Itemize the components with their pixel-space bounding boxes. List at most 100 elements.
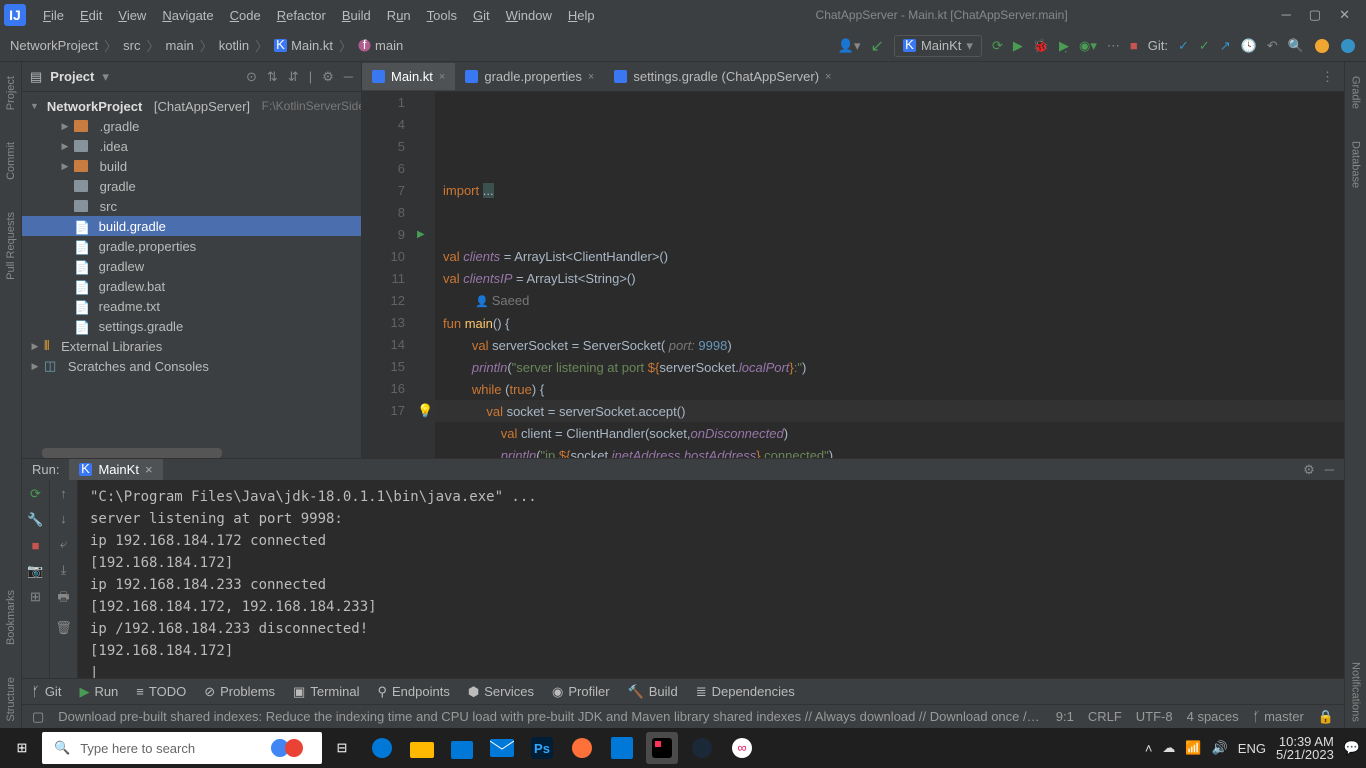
menu-run[interactable]: Run (380, 4, 418, 27)
tree-item[interactable]: gradle (22, 176, 361, 196)
indent[interactable]: 4 spaces (1187, 709, 1239, 724)
bt-run[interactable]: ▶ Run (79, 684, 118, 700)
bt-dependencies[interactable]: ≣ Dependencies (696, 684, 795, 700)
trash-icon[interactable]: 🗑 (55, 620, 72, 636)
bt-services[interactable]: ⬢ Services (468, 684, 534, 700)
menu-view[interactable]: View (111, 4, 153, 27)
editor-tab[interactable]: settings.gradle (ChatAppServer)× (604, 63, 841, 90)
bt-todo[interactable]: ≡ TODO (136, 684, 186, 699)
crumb[interactable]: main (166, 38, 194, 53)
bt-git[interactable]: ᚶ Git (32, 684, 61, 699)
menu-code[interactable]: Code (223, 4, 268, 27)
console-output[interactable]: "C:\Program Files\Java\jdk-18.0.1.1\bin\… (78, 480, 1344, 690)
crumb[interactable]: kotlin (219, 38, 249, 53)
menu-git[interactable]: Git (466, 4, 497, 27)
git-history-icon[interactable]: 🕓 (1241, 38, 1257, 54)
git-push-icon[interactable]: ✓ (1199, 38, 1210, 54)
crumb[interactable]: KMain.kt (274, 38, 333, 53)
layout-icon[interactable]: ⊞ (30, 589, 41, 605)
tool-project[interactable]: Project (5, 70, 17, 116)
firefox-icon[interactable] (566, 732, 598, 764)
menu-window[interactable]: Window (499, 4, 559, 27)
tray-cloud-icon[interactable]: ☁ (1162, 740, 1175, 756)
menu-build[interactable]: Build (335, 4, 378, 27)
menu-navigate[interactable]: Navigate (155, 4, 220, 27)
add-user-icon[interactable]: 👤▾ (838, 38, 861, 54)
crumb[interactable]: fmain (358, 38, 403, 53)
editor-tab[interactable]: Main.kt× (362, 63, 455, 90)
tool-commit[interactable]: Commit (5, 136, 17, 186)
taskbar-search[interactable]: 🔍 Type here to search (42, 732, 322, 764)
explorer-icon[interactable] (406, 732, 438, 764)
down-icon[interactable]: ↓ (60, 511, 67, 526)
run-gear-icon[interactable]: ⚙ (1303, 462, 1315, 478)
status-message[interactable]: Download pre-built shared indexes: Reduc… (58, 709, 1041, 724)
photoshop-icon[interactable]: Ps (526, 732, 558, 764)
bt-terminal[interactable]: ▣ Terminal (293, 684, 359, 700)
minimize-button[interactable]: ─ (1282, 7, 1291, 23)
tree-item[interactable]: 📄 gradle.properties (22, 236, 361, 256)
menu-file[interactable]: File (36, 4, 71, 27)
tool-structure[interactable]: Structure (5, 671, 17, 728)
tool-bookmarks[interactable]: Bookmarks (5, 584, 17, 651)
tray-notifications-icon[interactable]: 💬 (1344, 740, 1360, 756)
hide-icon[interactable]: ─ (344, 69, 353, 85)
encoding[interactable]: UTF-8 (1136, 709, 1173, 724)
run-tab[interactable]: K MainKt× (69, 459, 162, 480)
tree-scratches[interactable]: ▶◫ Scratches and Consoles (22, 356, 361, 376)
tray-lang[interactable]: ENG (1238, 741, 1266, 756)
tool-notifications[interactable]: Notifications (1350, 656, 1362, 728)
git-pull-icon[interactable]: ↗ (1220, 38, 1231, 54)
lock-icon[interactable]: 🔒 (1318, 709, 1334, 725)
tray-clock[interactable]: 10:39 AM5/21/2023 (1276, 735, 1334, 761)
tool-gradle[interactable]: Gradle (1350, 70, 1362, 115)
select-opened-icon[interactable]: ⊙ (246, 69, 257, 85)
tabs-menu-icon[interactable]: ⋮ (1311, 69, 1344, 85)
tray-chevron-icon[interactable]: ˄ (1145, 741, 1153, 756)
app-icon[interactable] (686, 732, 718, 764)
tree-item[interactable]: 📄 gradlew (22, 256, 361, 276)
debug-icon[interactable]: 🐞 (1033, 38, 1049, 54)
mail-icon[interactable] (486, 732, 518, 764)
wrench-icon[interactable]: 🔧 (27, 512, 43, 528)
crumb[interactable]: src (123, 38, 140, 53)
attach-icon[interactable]: ⋯ (1107, 38, 1120, 54)
maximize-button[interactable]: ▢ (1309, 7, 1321, 23)
settings-icon[interactable] (1340, 38, 1356, 54)
menu-help[interactable]: Help (561, 4, 602, 27)
project-tree[interactable]: ▼ NetworkProject [ChatAppServer] F:\Kotl… (22, 92, 361, 458)
bt-build[interactable]: 🔨 Build (628, 684, 678, 700)
tree-item[interactable]: 📄 build.gradle (22, 216, 361, 236)
tree-external[interactable]: ▶⫴ External Libraries (22, 336, 361, 356)
gear-icon[interactable]: ⚙ (322, 69, 334, 85)
tool-pull-requests[interactable]: Pull Requests (5, 206, 17, 286)
close-button[interactable]: ✕ (1339, 7, 1350, 23)
tree-item[interactable]: src (22, 196, 361, 216)
collapse-all-icon[interactable]: ⇵ (288, 69, 299, 85)
profile-icon[interactable]: ◉▾ (1079, 38, 1097, 54)
menu-edit[interactable]: Edit (73, 4, 109, 27)
photos-icon[interactable] (606, 732, 638, 764)
crumb[interactable]: NetworkProject (10, 38, 98, 53)
bt-profiler[interactable]: ◉ Profiler (552, 684, 610, 700)
run-icon[interactable]: ▶ (1013, 38, 1023, 54)
tree-item[interactable]: 📄 gradlew.bat (22, 276, 361, 296)
scrollbar[interactable] (42, 448, 222, 458)
code-editor[interactable]: 14567891011121314151617 ▶ 💡 import ... v… (362, 92, 1344, 458)
print-icon[interactable]: 🖶 (57, 588, 69, 610)
tree-item[interactable]: 📄 settings.gradle (22, 316, 361, 336)
vcs-update-icon[interactable]: ↙ (871, 36, 884, 56)
ide-update-icon[interactable] (1314, 38, 1330, 54)
tree-item[interactable]: ▶ .gradle (22, 116, 361, 136)
code-area[interactable]: import ... val clients = ArrayList<Clien… (435, 92, 1344, 458)
editor-tab[interactable]: gradle.properties× (455, 63, 604, 90)
menu-tools[interactable]: Tools (420, 4, 464, 27)
expand-all-icon[interactable]: ⇅ (267, 69, 278, 85)
git-branch[interactable]: ᚶ master (1253, 709, 1304, 724)
search-icon[interactable]: 🔍 (1288, 38, 1304, 54)
tray-wifi-icon[interactable]: 📶 (1185, 740, 1201, 756)
task-view-icon[interactable]: ⊟ (326, 732, 358, 764)
tray-volume-icon[interactable]: 🔊 (1212, 740, 1228, 756)
tree-item[interactable]: ▶ build (22, 156, 361, 176)
coverage-icon[interactable]: ▶̣ (1059, 38, 1069, 54)
